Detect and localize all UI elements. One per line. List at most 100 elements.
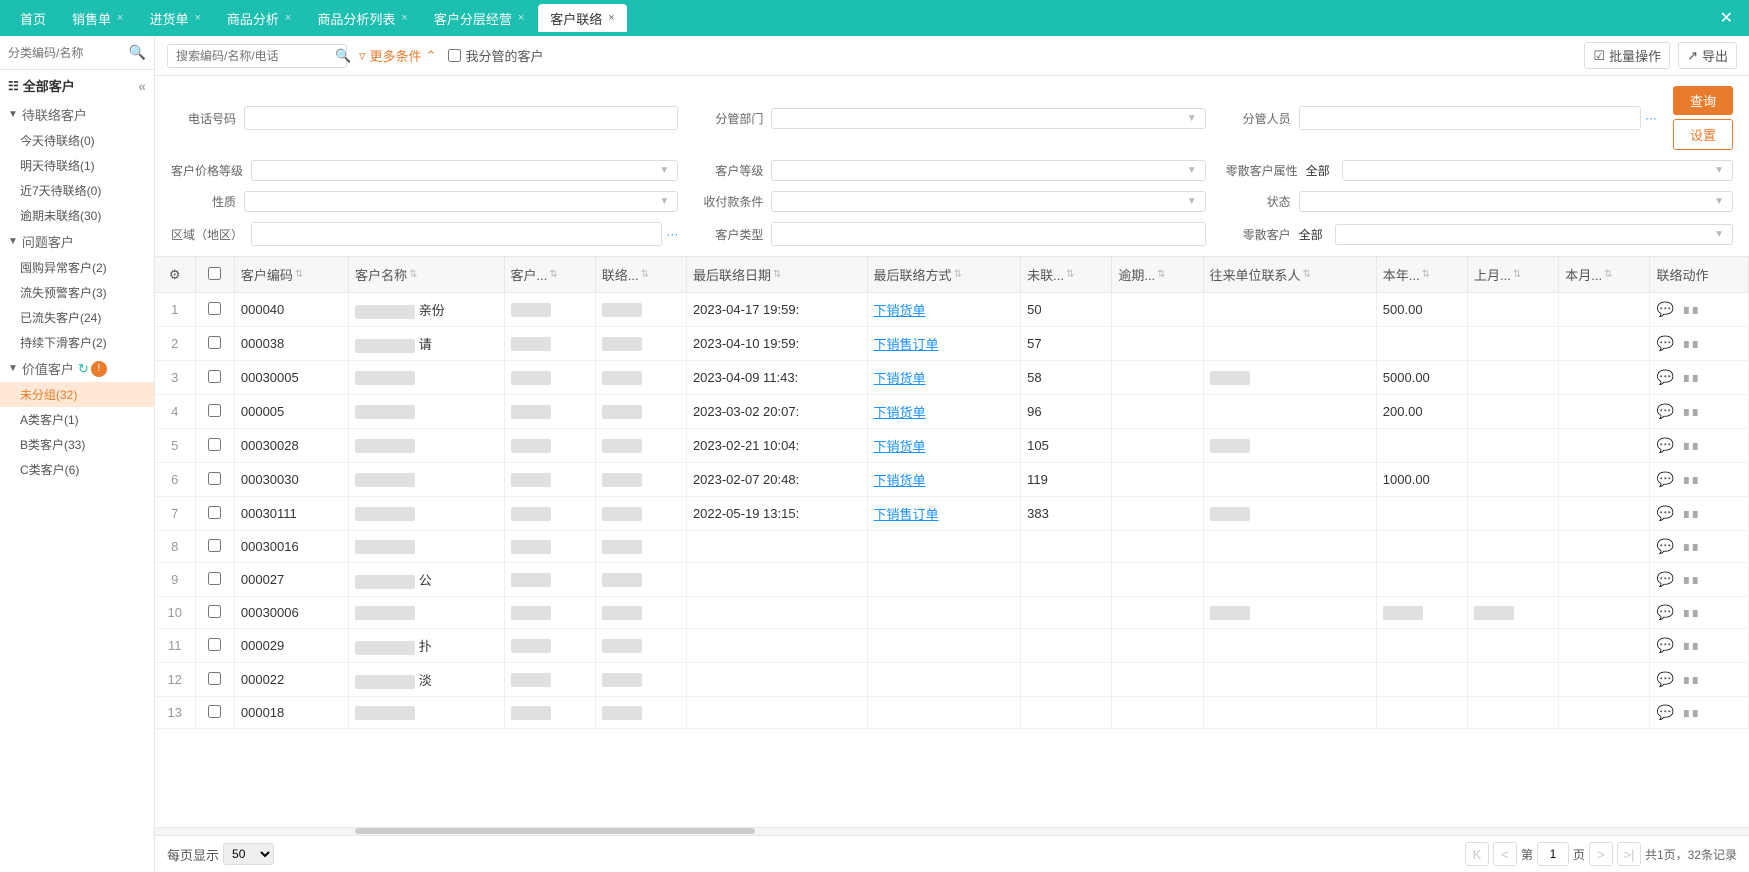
page-prev-btn[interactable]: <	[1493, 842, 1517, 866]
af-region-ellipsis[interactable]: ···	[666, 227, 678, 241]
reset-btn[interactable]: 设置	[1673, 119, 1733, 150]
chat-icon[interactable]: 💬	[1656, 571, 1673, 588]
row-checkbox[interactable]	[195, 629, 234, 663]
sidebar-item-2-2[interactable]: B类客户(33)	[0, 432, 154, 457]
qr-icon[interactable]: ∎∎	[1682, 505, 1700, 522]
af-manager-input[interactable]	[1299, 106, 1641, 130]
gear-icon[interactable]: ⚙	[169, 267, 181, 282]
sidebar-item-1-2[interactable]: 已流失客户(24)	[0, 305, 154, 330]
sidebar-item-2-1[interactable]: A类客户(1)	[0, 407, 154, 432]
row-checkbox[interactable]	[195, 597, 234, 629]
qr-icon[interactable]: ∎∎	[1682, 403, 1700, 420]
chat-icon[interactable]: 💬	[1656, 301, 1673, 318]
row-last-way-link[interactable]: 下销货单	[874, 303, 926, 318]
nav-tab-销售单[interactable]: 销售单×	[60, 4, 135, 32]
chat-icon[interactable]: 💬	[1656, 637, 1673, 654]
sidebar-search-input[interactable]	[8, 46, 125, 60]
batch-op-btn[interactable]: ☑ 批量操作	[1584, 42, 1670, 69]
row-checkbox[interactable]	[195, 293, 234, 327]
af-region-input[interactable]	[251, 222, 662, 246]
qr-icon[interactable]: ∎∎	[1682, 704, 1700, 721]
th-gear[interactable]: ⚙	[155, 257, 195, 293]
page-number-input[interactable]	[1537, 842, 1569, 866]
af-manager-ellipsis[interactable]: ···	[1645, 111, 1657, 125]
chat-icon[interactable]: 💬	[1656, 604, 1673, 621]
page-last-btn[interactable]: >|	[1617, 842, 1641, 866]
sidebar-item-2-3[interactable]: C类客户(6)	[0, 457, 154, 482]
sidebar-group-label-1[interactable]: ▼ 问题客户	[0, 228, 154, 255]
af-dept-select[interactable]: ▼	[771, 108, 1205, 129]
sidebar-item-0-2[interactable]: 近7天待联络(0)	[0, 178, 154, 203]
qr-icon[interactable]: ∎∎	[1682, 604, 1700, 621]
row-checkbox[interactable]	[195, 663, 234, 697]
horizontal-scrollbar[interactable]	[155, 827, 1749, 835]
qr-icon[interactable]: ∎∎	[1682, 335, 1700, 352]
row-last-way-link[interactable]: 下销售订单	[874, 507, 939, 522]
sidebar-group-label-0[interactable]: ▼ 待联络客户	[0, 101, 154, 128]
sidebar-item-1-1[interactable]: 流失预警客户(3)	[0, 280, 154, 305]
page-size-select[interactable]: 50 10 20 100	[223, 843, 274, 865]
all-customers-header[interactable]: ☷ 全部客户 «	[0, 70, 154, 101]
chat-icon[interactable]: 💬	[1656, 704, 1673, 721]
row-checkbox[interactable]	[195, 463, 234, 497]
af-scatter-select[interactable]: ▼	[1335, 224, 1733, 245]
qr-icon[interactable]: ∎∎	[1682, 637, 1700, 654]
row-last-way-link[interactable]: 下销货单	[874, 405, 926, 420]
af-customer-grade-select[interactable]: ▼	[771, 160, 1205, 181]
sidebar-item-1-0[interactable]: 囤购异常客户(2)	[0, 255, 154, 280]
select-all-checkbox[interactable]	[208, 267, 221, 280]
qr-icon[interactable]: ∎∎	[1682, 437, 1700, 454]
row-checkbox[interactable]	[195, 497, 234, 531]
chat-icon[interactable]: 💬	[1656, 471, 1673, 488]
row-checkbox[interactable]	[195, 361, 234, 395]
row-checkbox[interactable]	[195, 429, 234, 463]
qr-icon[interactable]: ∎∎	[1682, 301, 1700, 318]
af-customer-type-input[interactable]	[771, 222, 1205, 246]
qr-icon[interactable]: ∎∎	[1682, 369, 1700, 386]
nav-tab-close-icon[interactable]: ×	[518, 12, 524, 24]
row-last-way-link[interactable]: 下销货单	[874, 371, 926, 386]
row-last-way-link[interactable]: 下销货单	[874, 473, 926, 488]
nav-tab-客户分层经营[interactable]: 客户分层经营×	[422, 4, 536, 32]
sidebar-item-0-1[interactable]: 明天待联络(1)	[0, 153, 154, 178]
nav-tab-商品分析列表[interactable]: 商品分析列表×	[305, 4, 419, 32]
nav-tab-进货单[interactable]: 进货单×	[137, 4, 212, 32]
af-nature-select[interactable]: ▼	[244, 191, 678, 212]
nav-tab-close-icon[interactable]: ×	[194, 12, 200, 24]
chat-icon[interactable]: 💬	[1656, 403, 1673, 420]
nav-tab-close-icon[interactable]: ×	[608, 12, 614, 24]
page-next-btn[interactable]: >	[1589, 842, 1613, 866]
sidebar-group-label-2[interactable]: ▼ 价值客户↻!	[0, 355, 154, 382]
nav-home[interactable]: 首页	[8, 4, 58, 32]
page-first-btn[interactable]: K	[1465, 842, 1489, 866]
qr-icon[interactable]: ∎∎	[1682, 571, 1700, 588]
chat-icon[interactable]: 💬	[1656, 335, 1673, 352]
my-customers-checkbox[interactable]	[448, 49, 461, 62]
row-last-way-link[interactable]: 下销货单	[874, 439, 926, 454]
sidebar-item-1-3[interactable]: 持续下滑客户(2)	[0, 330, 154, 355]
chat-icon[interactable]: 💬	[1656, 538, 1673, 555]
af-price-grade-select[interactable]: ▼	[251, 160, 678, 181]
query-btn[interactable]: 查询	[1673, 86, 1733, 115]
my-customers-filter[interactable]: 我分管的客户	[448, 46, 543, 65]
nav-tab-close-icon[interactable]: ×	[285, 12, 291, 24]
chat-icon[interactable]: 💬	[1656, 369, 1673, 386]
row-checkbox[interactable]	[195, 395, 234, 429]
scrollbar-thumb[interactable]	[355, 828, 755, 834]
row-checkbox[interactable]	[195, 563, 234, 597]
chat-icon[interactable]: 💬	[1656, 671, 1673, 688]
chat-icon[interactable]: 💬	[1656, 505, 1673, 522]
af-phone-input[interactable]	[244, 106, 678, 130]
qr-icon[interactable]: ∎∎	[1682, 471, 1700, 488]
row-checkbox[interactable]	[195, 531, 234, 563]
nav-tab-客户联络[interactable]: 客户联络×	[538, 4, 626, 32]
export-btn[interactable]: ↗ 导出	[1678, 42, 1737, 69]
qr-icon[interactable]: ∎∎	[1682, 538, 1700, 555]
chat-icon[interactable]: 💬	[1656, 437, 1673, 454]
nav-tab-close-icon[interactable]: ×	[401, 12, 407, 24]
nav-tab-商品分析[interactable]: 商品分析×	[215, 4, 303, 32]
window-close-button[interactable]: ✕	[1712, 8, 1741, 28]
af-payment-select[interactable]: ▼	[771, 191, 1205, 212]
row-checkbox[interactable]	[195, 327, 234, 361]
refresh-icon-2[interactable]: ↻	[78, 361, 89, 377]
